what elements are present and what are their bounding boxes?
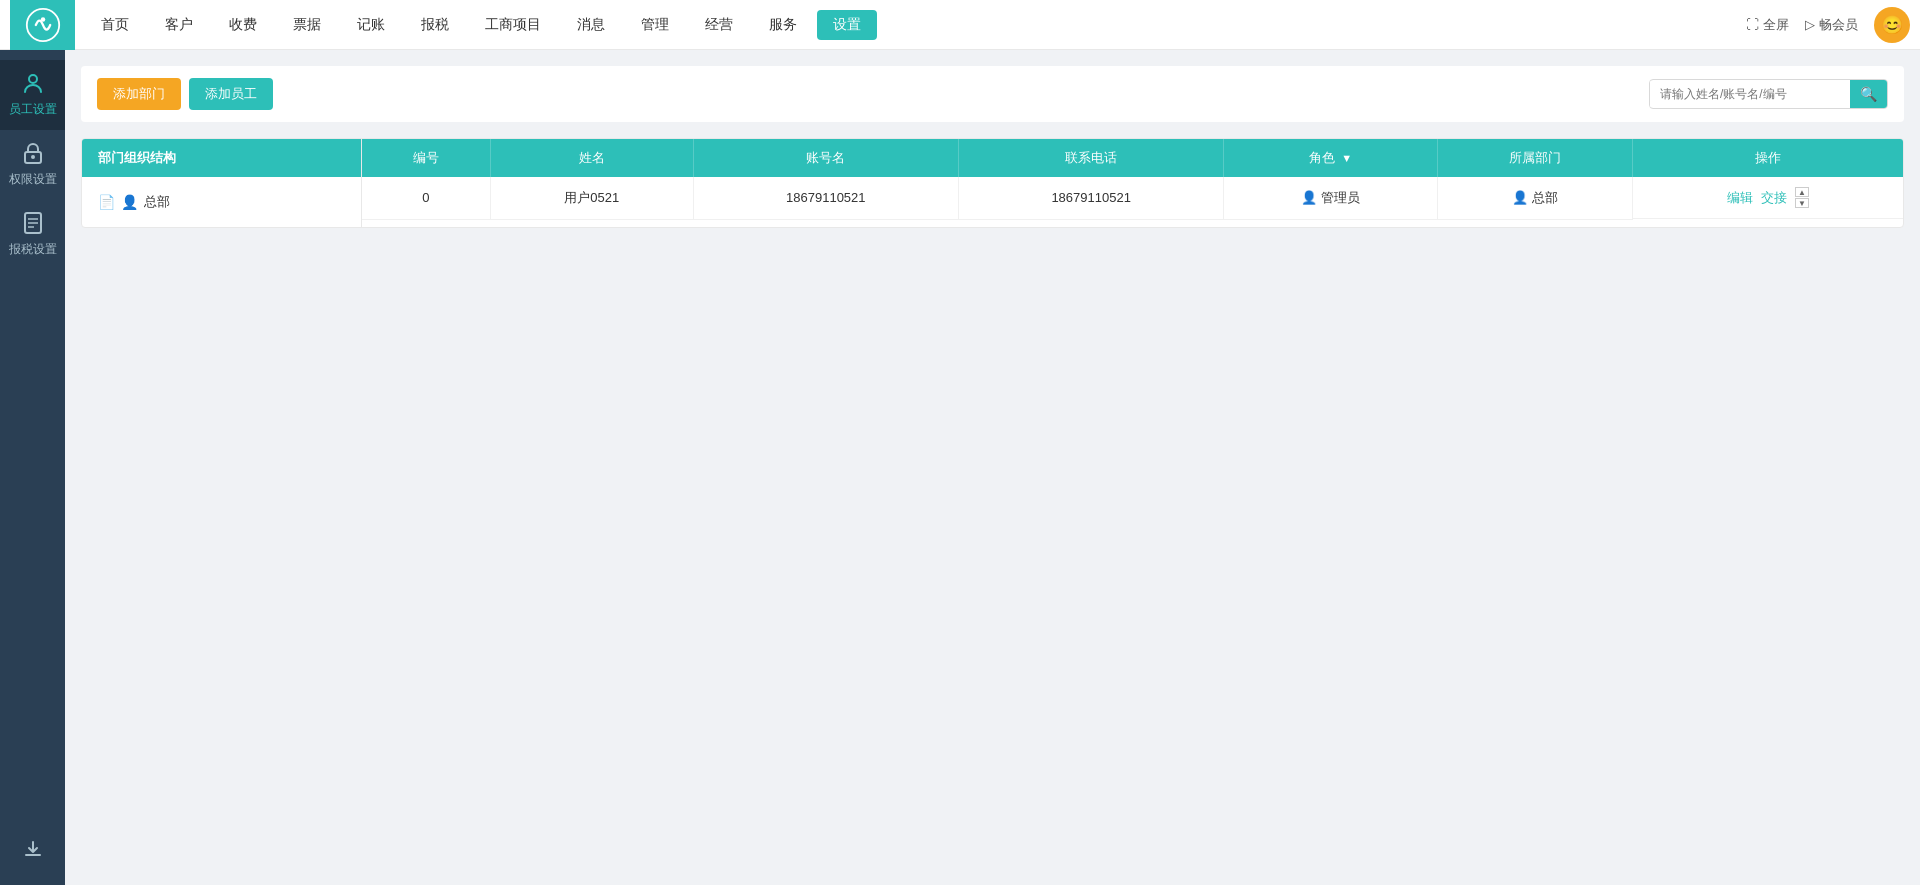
sidebar-label-taxsettings: 报税设置 xyxy=(9,241,57,258)
tree-item-root[interactable]: 📄 👤 总部 xyxy=(98,187,345,217)
main-layout: 员工设置 权限设置 报税设置 xyxy=(0,50,1920,885)
add-staff-button[interactable]: 添加员工 xyxy=(189,78,273,110)
sidebar-item-employee[interactable]: 员工设置 xyxy=(0,60,65,130)
edit-link[interactable]: 编辑 xyxy=(1727,189,1753,207)
two-col-layout: 部门组织结构 📄 👤 总部 编号 姓名 账号名 xyxy=(81,138,1904,228)
nav-manage[interactable]: 管理 xyxy=(625,10,685,40)
member-button[interactable]: ▷ 畅会员 xyxy=(1805,16,1858,34)
table-row: 0用户05211867911052118679110521👤管理员👤总部编辑交接… xyxy=(362,177,1903,219)
search-input[interactable] xyxy=(1650,81,1850,107)
nav-home[interactable]: 首页 xyxy=(85,10,145,40)
avatar[interactable]: 😊 xyxy=(1874,7,1910,43)
sidebar-download-button[interactable] xyxy=(0,828,65,875)
transfer-link[interactable]: 交接 xyxy=(1761,189,1787,207)
dept-user-icon: 👤 xyxy=(1512,190,1528,205)
search-box: 🔍 xyxy=(1649,79,1888,109)
content-area: 添加部门 添加员工 🔍 部门组织结构 📄 👤 总部 xyxy=(65,50,1920,885)
folder-icon: 📄 xyxy=(98,194,115,210)
sidebar: 员工设置 权限设置 报税设置 xyxy=(0,50,65,885)
nav-customer[interactable]: 客户 xyxy=(149,10,209,40)
sidebar-label-employee: 员工设置 xyxy=(9,101,57,118)
tree-body: 📄 👤 总部 xyxy=(82,177,361,227)
nav-account[interactable]: 记账 xyxy=(341,10,401,40)
scroll-up[interactable]: ▲ xyxy=(1795,187,1809,197)
nav-service[interactable]: 服务 xyxy=(753,10,813,40)
employee-icon xyxy=(22,72,44,97)
fullscreen-label: 全屏 xyxy=(1763,16,1789,34)
table-panel: 编号 姓名 账号名 联系电话 角色 ▼ 所属部门 操作 xyxy=(362,139,1903,227)
tax-icon xyxy=(23,212,43,237)
svg-point-2 xyxy=(29,75,37,83)
nav-settings[interactable]: 设置 xyxy=(817,10,877,40)
cell-id: 0 xyxy=(362,177,490,219)
col-phone: 联系电话 xyxy=(958,139,1223,177)
role-user-icon: 👤 xyxy=(1301,190,1317,205)
col-role[interactable]: 角色 ▼ xyxy=(1224,139,1437,177)
tree-user-icon: 👤 xyxy=(121,194,138,210)
tree-item-label: 总部 xyxy=(144,193,170,211)
nav-tax[interactable]: 报税 xyxy=(405,10,465,40)
member-label: 畅会员 xyxy=(1819,16,1858,34)
filter-icon: ▼ xyxy=(1341,152,1352,164)
sidebar-label-permission: 权限设置 xyxy=(9,171,57,188)
col-role-label: 角色 xyxy=(1309,150,1335,165)
nav-right: ⛶ 全屏 ▷ 畅会员 😊 xyxy=(1746,7,1910,43)
table-header-row: 编号 姓名 账号名 联系电话 角色 ▼ 所属部门 操作 xyxy=(362,139,1903,177)
tree-header: 部门组织结构 xyxy=(82,139,361,177)
table-body: 0用户05211867911052118679110521👤管理员👤总部编辑交接… xyxy=(362,177,1903,219)
cell-dept: 👤总部 xyxy=(1437,177,1632,219)
download-icon xyxy=(23,840,43,863)
col-dept: 所属部门 xyxy=(1437,139,1632,177)
toolbar: 添加部门 添加员工 🔍 xyxy=(81,66,1904,122)
nav-fee[interactable]: 收费 xyxy=(213,10,273,40)
search-icon: 🔍 xyxy=(1860,86,1877,102)
nav-business[interactable]: 工商项目 xyxy=(469,10,557,40)
col-ops: 操作 xyxy=(1633,139,1903,177)
nav-message[interactable]: 消息 xyxy=(561,10,621,40)
avatar-icon: 😊 xyxy=(1881,14,1903,36)
sidebar-item-permission[interactable]: 权限设置 xyxy=(0,130,65,200)
col-account: 账号名 xyxy=(693,139,958,177)
scroll-arrows[interactable]: ▲▼ xyxy=(1795,187,1809,208)
sidebar-item-taxsettings[interactable]: 报税设置 xyxy=(0,200,65,270)
nav-bill[interactable]: 票据 xyxy=(277,10,337,40)
nav-items: 首页 客户 收费 票据 记账 报税 工商项目 消息 管理 经营 服务 设置 xyxy=(85,10,1746,40)
lock-icon xyxy=(23,142,43,167)
employee-table: 编号 姓名 账号名 联系电话 角色 ▼ 所属部门 操作 xyxy=(362,139,1903,220)
col-id: 编号 xyxy=(362,139,490,177)
svg-point-1 xyxy=(40,17,45,22)
cell-phone: 18679110521 xyxy=(958,177,1223,219)
cell-account: 18679110521 xyxy=(693,177,958,219)
col-name: 姓名 xyxy=(490,139,693,177)
top-nav: 首页 客户 收费 票据 记账 报税 工商项目 消息 管理 经营 服务 设置 ⛶ … xyxy=(0,0,1920,50)
scroll-down[interactable]: ▼ xyxy=(1795,198,1809,208)
member-icon: ▷ xyxy=(1805,17,1815,32)
cell-ops: 编辑交接 ▲▼ xyxy=(1633,177,1903,219)
fullscreen-button[interactable]: ⛶ 全屏 xyxy=(1746,16,1789,34)
fullscreen-icon: ⛶ xyxy=(1746,17,1759,32)
logo xyxy=(10,0,75,50)
sidebar-bottom xyxy=(0,828,65,885)
svg-point-4 xyxy=(31,155,35,159)
add-dept-button[interactable]: 添加部门 xyxy=(97,78,181,110)
nav-operation[interactable]: 经营 xyxy=(689,10,749,40)
cell-name: 用户0521 xyxy=(490,177,693,219)
cell-role: 👤管理员 xyxy=(1224,177,1437,219)
search-button[interactable]: 🔍 xyxy=(1850,80,1887,108)
tree-panel: 部门组织结构 📄 👤 总部 xyxy=(82,139,362,227)
